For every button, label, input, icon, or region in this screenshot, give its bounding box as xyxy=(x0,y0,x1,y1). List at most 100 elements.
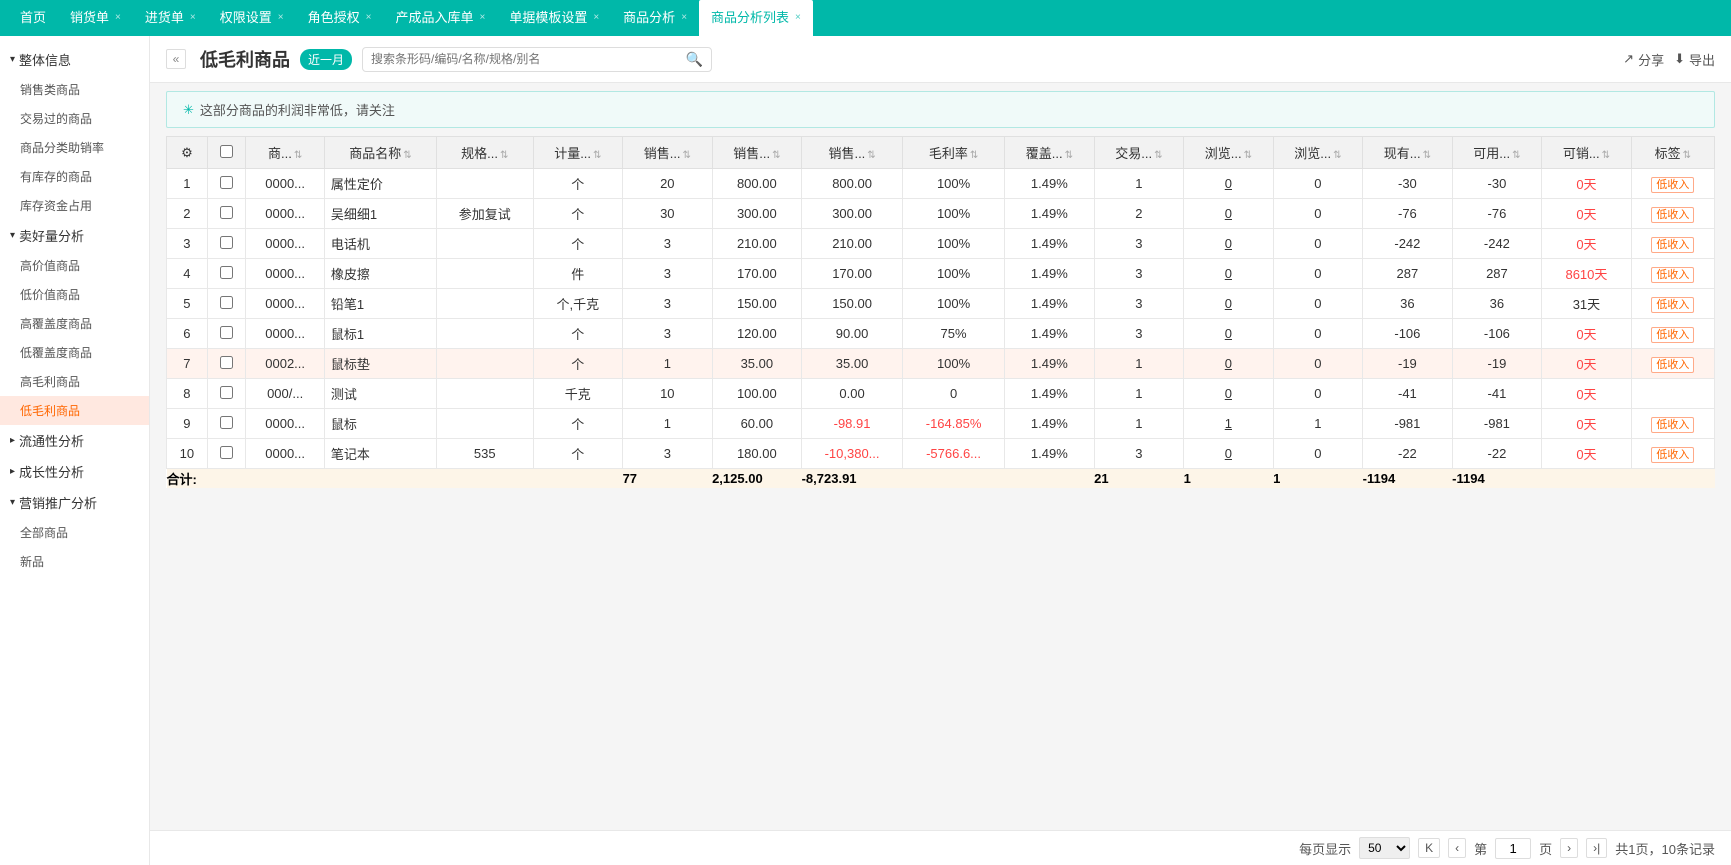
sidebar-item-low-value[interactable]: 低价值商品 xyxy=(0,280,149,309)
col-sale-amount[interactable]: 销售...⇅ xyxy=(712,137,802,169)
row-checkbox[interactable] xyxy=(207,289,246,319)
sidebar-group-flow[interactable]: ▸ 流通性分析 xyxy=(0,425,149,456)
sidebar-group-growth[interactable]: ▸ 成长性分析 xyxy=(0,456,149,487)
nav-role-close[interactable]: × xyxy=(366,0,372,36)
view1-link[interactable]: 0 xyxy=(1225,266,1232,281)
col-unit[interactable]: 计量...⇅ xyxy=(533,137,623,169)
row-checkbox[interactable] xyxy=(207,229,246,259)
col-available[interactable]: 可用...⇅ xyxy=(1452,137,1542,169)
search-icon[interactable]: 🔍 xyxy=(686,51,703,68)
row-select-checkbox[interactable] xyxy=(220,176,233,189)
col-checkbox[interactable] xyxy=(207,137,246,169)
row-view1[interactable]: 0 xyxy=(1184,199,1274,229)
share-button[interactable]: ↗ 分享 xyxy=(1623,50,1664,69)
view1-link[interactable]: 0 xyxy=(1225,446,1232,461)
col-coverage[interactable]: 覆盖...⇅ xyxy=(1005,137,1095,169)
sidebar-group-overall[interactable]: ▾ 整体信息 xyxy=(0,44,149,75)
nav-analysis-list-close[interactable]: × xyxy=(795,0,801,36)
nav-item-permission[interactable]: 权限设置 × xyxy=(208,0,296,36)
sidebar-item-high-coverage[interactable]: 高覆盖度商品 xyxy=(0,309,149,338)
row-select-checkbox[interactable] xyxy=(220,266,233,279)
sidebar-item-all-goods[interactable]: 全部商品 xyxy=(0,518,149,547)
col-current[interactable]: 现有...⇅ xyxy=(1363,137,1453,169)
row-checkbox[interactable] xyxy=(207,259,246,289)
sidebar-group-marketing[interactable]: ▾ 营销推广分析 xyxy=(0,487,149,518)
collapse-sidebar-button[interactable]: « xyxy=(166,49,186,69)
view1-link[interactable]: 0 xyxy=(1225,326,1232,341)
nav-template-close[interactable]: × xyxy=(593,0,599,36)
sidebar-item-low-margin[interactable]: 低毛利商品 xyxy=(0,396,149,425)
sidebar-group-sell-analysis[interactable]: ▾ 卖好量分析 xyxy=(0,220,149,251)
select-all-checkbox[interactable] xyxy=(220,145,233,158)
row-select-checkbox[interactable] xyxy=(220,206,233,219)
row-view1[interactable]: 0 xyxy=(1184,349,1274,379)
view1-link[interactable]: 0 xyxy=(1225,206,1232,221)
nav-permission-close[interactable]: × xyxy=(278,0,284,36)
col-code[interactable]: 商...⇅ xyxy=(246,137,324,169)
row-view1[interactable]: 0 xyxy=(1184,289,1274,319)
row-select-checkbox[interactable] xyxy=(220,356,233,369)
col-saleable[interactable]: 可销...⇅ xyxy=(1542,137,1632,169)
col-gross-margin[interactable]: 毛利率⇅ xyxy=(903,137,1005,169)
view1-link[interactable]: 0 xyxy=(1225,296,1232,311)
row-checkbox[interactable] xyxy=(207,439,246,469)
recent-badge[interactable]: 近一月 xyxy=(300,49,352,70)
nav-item-home[interactable]: 首页 xyxy=(8,0,58,36)
nav-sales-close[interactable]: × xyxy=(115,0,121,36)
row-select-checkbox[interactable] xyxy=(220,386,233,399)
nav-item-template[interactable]: 单据模板设置 × xyxy=(497,0,611,36)
col-sale-profit[interactable]: 销售...⇅ xyxy=(802,137,903,169)
row-view1[interactable]: 0 xyxy=(1184,229,1274,259)
row-select-checkbox[interactable] xyxy=(220,446,233,459)
sidebar-item-stock-goods[interactable]: 有库存的商品 xyxy=(0,162,149,191)
row-select-checkbox[interactable] xyxy=(220,296,233,309)
col-tag[interactable]: 标签⇅ xyxy=(1631,137,1714,169)
sidebar-item-traded-goods[interactable]: 交易过的商品 xyxy=(0,104,149,133)
sidebar-item-high-margin[interactable]: 高毛利商品 xyxy=(0,367,149,396)
pagination-page-input[interactable] xyxy=(1495,838,1531,859)
row-view1[interactable]: 0 xyxy=(1184,379,1274,409)
row-checkbox[interactable] xyxy=(207,409,246,439)
view1-link[interactable]: 1 xyxy=(1225,416,1232,431)
sidebar-item-category-rate[interactable]: 商品分类助销率 xyxy=(0,133,149,162)
row-select-checkbox[interactable] xyxy=(220,416,233,429)
per-page-select[interactable]: 50 100 200 xyxy=(1359,837,1410,859)
nav-item-product-in[interactable]: 产成品入库单 × xyxy=(383,0,497,36)
nav-item-analysis[interactable]: 商品分析 × xyxy=(611,0,699,36)
nav-product-in-close[interactable]: × xyxy=(479,0,485,36)
row-select-checkbox[interactable] xyxy=(220,236,233,249)
sidebar-item-new-goods[interactable]: 新品 xyxy=(0,547,149,576)
nav-purchase-close[interactable]: × xyxy=(190,0,196,36)
row-select-checkbox[interactable] xyxy=(220,326,233,339)
col-view2[interactable]: 浏览...⇅ xyxy=(1273,137,1363,169)
row-view1[interactable]: 0 xyxy=(1184,319,1274,349)
col-sale-qty[interactable]: 销售...⇅ xyxy=(623,137,713,169)
view1-link[interactable]: 0 xyxy=(1225,356,1232,371)
pagination-first-button[interactable]: K xyxy=(1418,838,1440,858)
sidebar-item-sales-goods[interactable]: 销售类商品 xyxy=(0,75,149,104)
col-view1[interactable]: 浏览...⇅ xyxy=(1184,137,1274,169)
nav-item-analysis-list[interactable]: 商品分析列表 × xyxy=(699,0,813,36)
row-checkbox[interactable] xyxy=(207,349,246,379)
col-settings[interactable]: ⚙ xyxy=(167,137,208,169)
row-view1[interactable]: 0 xyxy=(1184,439,1274,469)
pagination-last-button[interactable]: ›| xyxy=(1586,838,1607,858)
row-view1[interactable]: 1 xyxy=(1184,409,1274,439)
search-input[interactable] xyxy=(371,52,682,66)
row-checkbox[interactable] xyxy=(207,319,246,349)
nav-item-purchase[interactable]: 进货单 × xyxy=(133,0,208,36)
sidebar-item-stock-capital[interactable]: 库存资金占用 xyxy=(0,191,149,220)
search-box[interactable]: 🔍 xyxy=(362,47,712,72)
view1-link[interactable]: 0 xyxy=(1225,386,1232,401)
col-transaction[interactable]: 交易...⇅ xyxy=(1094,137,1184,169)
pagination-prev-button[interactable]: ‹ xyxy=(1448,838,1466,858)
view1-link[interactable]: 0 xyxy=(1225,236,1232,251)
row-view1[interactable]: 0 xyxy=(1184,259,1274,289)
export-button[interactable]: ⬇ 导出 xyxy=(1674,50,1715,69)
row-checkbox[interactable] xyxy=(207,169,246,199)
col-spec[interactable]: 规格...⇅ xyxy=(436,137,533,169)
view1-link[interactable]: 0 xyxy=(1225,176,1232,191)
nav-item-sales[interactable]: 销货单 × xyxy=(58,0,133,36)
sidebar-item-high-value[interactable]: 高价值商品 xyxy=(0,251,149,280)
sidebar-item-low-coverage[interactable]: 低覆盖度商品 xyxy=(0,338,149,367)
